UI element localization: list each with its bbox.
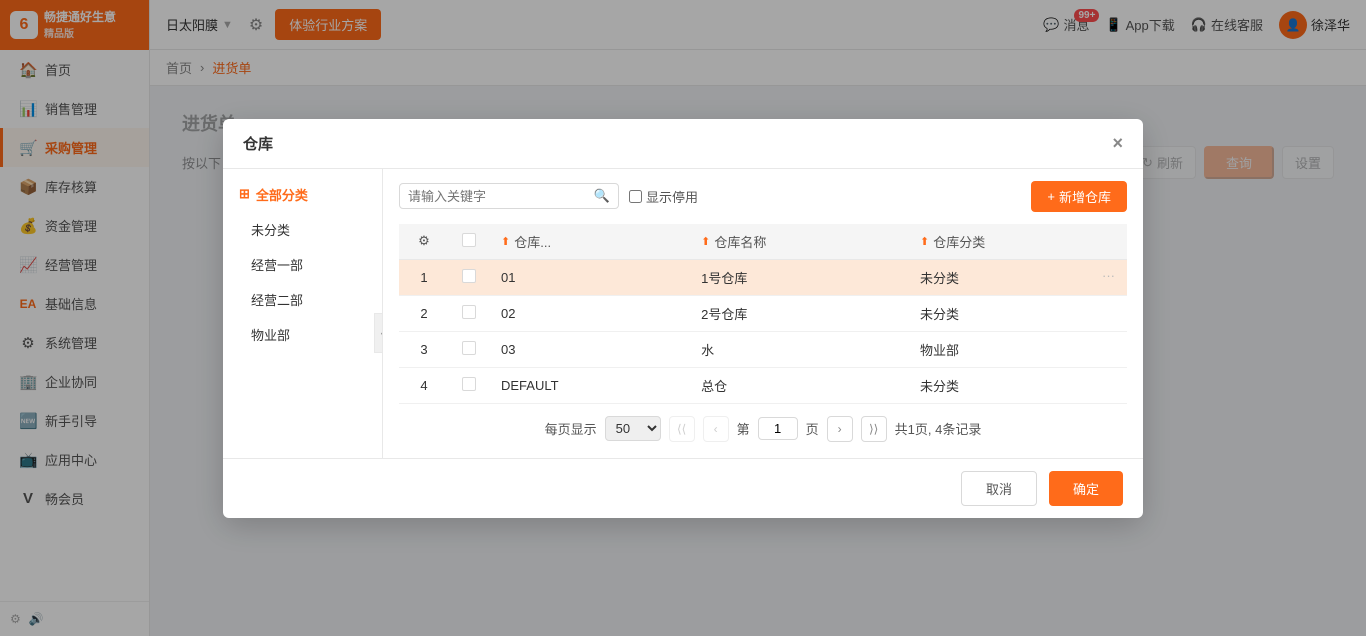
- row-index: 1: [399, 259, 449, 295]
- th-category: ⬆ 仓库分类: [908, 224, 1127, 260]
- table-container: ⚙ ⬆ 仓库...: [399, 224, 1127, 404]
- add-warehouse-btn[interactable]: + 新增仓库: [1031, 181, 1127, 212]
- modal-close-btn[interactable]: ×: [1112, 133, 1123, 154]
- grid-icon: ⊞: [239, 186, 250, 202]
- cancel-btn[interactable]: 取消: [961, 471, 1037, 506]
- add-btn-label: 新增仓库: [1059, 187, 1111, 206]
- category-item-property[interactable]: 物业部: [223, 317, 382, 352]
- row-category: 未分类: [908, 367, 1127, 403]
- sort-icon-cat: ⬆: [920, 235, 929, 248]
- select-all-checkbox[interactable]: [462, 233, 476, 247]
- warehouse-modal: 仓库 × ⊞ 全部分类 未分类 经营一部 经营二部 物业部 «: [223, 119, 1143, 518]
- row-name: 水: [689, 331, 908, 367]
- per-page-label: 每页显示: [545, 419, 597, 438]
- row-name: 2号仓库: [689, 295, 908, 331]
- row-category: 未分类 ···: [908, 259, 1127, 295]
- sidebar-collapse-btn[interactable]: «: [374, 313, 383, 353]
- row-category: 未分类: [908, 295, 1127, 331]
- row-checkbox[interactable]: [449, 259, 489, 295]
- category-item-unclassified[interactable]: 未分类: [223, 212, 382, 247]
- th-code: ⬆ 仓库...: [489, 224, 689, 260]
- page-section-label: 第: [737, 419, 750, 438]
- page-label: 页: [806, 419, 819, 438]
- show-disabled-input[interactable]: [629, 190, 642, 203]
- table-header: ⚙ ⬆ 仓库...: [399, 224, 1127, 260]
- first-page-btn[interactable]: ⟨⟨: [669, 416, 695, 442]
- search-input[interactable]: [408, 189, 588, 204]
- modal-category-sidebar: ⊞ 全部分类 未分类 经营一部 经营二部 物业部 «: [223, 169, 383, 458]
- modal-footer: 取消 确定: [223, 458, 1143, 518]
- per-page-select[interactable]: 50 10 20 100: [605, 416, 661, 441]
- row-checkbox[interactable]: [449, 367, 489, 403]
- modal-header: 仓库 ×: [223, 119, 1143, 169]
- th-code-label: 仓库...: [514, 232, 551, 251]
- pagination: 每页显示 50 10 20 100 ⟨⟨ ‹ 第 页 › ⟩⟩ 共1页, 4条记…: [399, 404, 1127, 446]
- next-page-btn[interactable]: ›: [827, 416, 853, 442]
- row-code: 03: [489, 331, 689, 367]
- table-row[interactable]: 4 DEFAULT 总仓 未分类: [399, 367, 1127, 403]
- confirm-btn[interactable]: 确定: [1049, 471, 1123, 506]
- row-name: 1号仓库: [689, 259, 908, 295]
- category-all-label: 全部分类: [256, 185, 308, 204]
- th-index: ⚙: [399, 224, 449, 260]
- modal-overlay: 仓库 × ⊞ 全部分类 未分类 经营一部 经营二部 物业部 «: [0, 0, 1366, 636]
- row-category: 物业部: [908, 331, 1127, 367]
- th-category-label: 仓库分类: [933, 232, 985, 251]
- row-index: 4: [399, 367, 449, 403]
- row-check-4[interactable]: [462, 377, 476, 391]
- search-icon: 🔍: [594, 188, 610, 204]
- search-box: 🔍: [399, 183, 619, 209]
- row-check-3[interactable]: [462, 341, 476, 355]
- row-index: 2: [399, 295, 449, 331]
- category-item-dept2[interactable]: 经营二部: [223, 282, 382, 317]
- sort-icon-name: ⬆: [701, 235, 710, 248]
- row-code: 02: [489, 295, 689, 331]
- th-name: ⬆ 仓库名称: [689, 224, 908, 260]
- sort-icon: ⬆: [501, 235, 510, 248]
- modal-main-content: 🔍 显示停用 + 新增仓库: [383, 169, 1143, 458]
- show-disabled-checkbox[interactable]: 显示停用: [629, 187, 698, 206]
- show-disabled-label: 显示停用: [646, 187, 698, 206]
- table-row[interactable]: 1 01 1号仓库 未分类 ···: [399, 259, 1127, 295]
- row-name: 总仓: [689, 367, 908, 403]
- prev-page-btn[interactable]: ‹: [703, 416, 729, 442]
- table-row[interactable]: 2 02 2号仓库 未分类: [399, 295, 1127, 331]
- gear-icon[interactable]: ⚙: [418, 233, 430, 248]
- table-row[interactable]: 3 03 水 物业部: [399, 331, 1127, 367]
- table-body: 1 01 1号仓库 未分类 ··· 2 02 2号仓库: [399, 259, 1127, 403]
- plus-icon: +: [1047, 189, 1055, 204]
- page-number-input[interactable]: [758, 417, 798, 440]
- chevron-left-icon: «: [381, 326, 383, 340]
- category-item-dept1[interactable]: 经营一部: [223, 247, 382, 282]
- last-page-btn[interactable]: ⟩⟩: [861, 416, 887, 442]
- row-checkbox[interactable]: [449, 331, 489, 367]
- row-index: 3: [399, 331, 449, 367]
- row-checkbox[interactable]: [449, 295, 489, 331]
- row-code: DEFAULT: [489, 367, 689, 403]
- th-checkbox: [449, 224, 489, 260]
- modal-body: ⊞ 全部分类 未分类 经营一部 经营二部 物业部 « 🔍: [223, 169, 1143, 458]
- category-all-header[interactable]: ⊞ 全部分类: [223, 177, 382, 212]
- modal-title: 仓库: [243, 133, 273, 154]
- row-code: 01: [489, 259, 689, 295]
- total-info: 共1页, 4条记录: [895, 419, 982, 438]
- modal-toolbar: 🔍 显示停用 + 新增仓库: [399, 181, 1127, 212]
- warehouse-table: ⚙ ⬆ 仓库...: [399, 224, 1127, 404]
- row-actions[interactable]: ···: [1102, 268, 1115, 283]
- th-name-label: 仓库名称: [714, 232, 766, 251]
- row-check-1[interactable]: [462, 269, 476, 283]
- row-check-2[interactable]: [462, 305, 476, 319]
